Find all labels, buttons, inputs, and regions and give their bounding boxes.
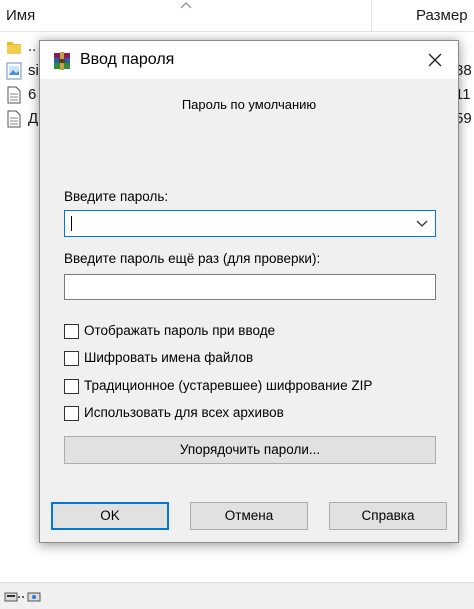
checkbox-box[interactable] xyxy=(64,379,79,394)
dialog-title: Ввод пароля xyxy=(80,51,175,68)
encrypt-filenames-checkbox[interactable]: Шифровать имена файлов xyxy=(64,349,424,369)
document-icon xyxy=(7,110,21,128)
file-name: Д xyxy=(28,110,39,127)
list-header: Имя Размер xyxy=(0,0,474,32)
confirm-password-input[interactable] xyxy=(65,275,435,299)
password-label: Введите пароль: xyxy=(64,189,169,204)
document-icon xyxy=(7,86,21,104)
cancel-button[interactable]: Отмена xyxy=(190,502,308,530)
ok-button[interactable]: OK xyxy=(51,502,169,530)
checkbox-label: Шифровать имена файлов xyxy=(84,350,254,365)
close-button[interactable] xyxy=(412,41,458,79)
use-for-all-archives-checkbox[interactable]: Использовать для всех архивов xyxy=(64,404,424,424)
file-name: si xyxy=(28,62,39,79)
folder-icon xyxy=(7,42,21,54)
file-name: .. xyxy=(28,38,37,55)
checkbox-box[interactable] xyxy=(64,351,79,366)
dialog-titlebar[interactable]: Ввод пароля xyxy=(40,41,458,79)
file-name: 6 xyxy=(28,86,37,103)
drive-icon xyxy=(4,592,41,602)
text-cursor xyxy=(71,216,72,231)
checkbox-label: Отображать пароль при вводе xyxy=(84,323,276,338)
show-password-checkbox[interactable]: Отображать пароль при вводе xyxy=(64,322,424,342)
chevron-down-icon[interactable] xyxy=(415,217,429,231)
status-bar xyxy=(0,582,474,609)
help-button[interactable]: Справка xyxy=(329,502,447,530)
confirm-password-label: Введите пароль ещё раз (для проверки): xyxy=(64,251,321,266)
checkbox-box[interactable] xyxy=(64,406,79,421)
column-header-size[interactable]: Размер xyxy=(416,7,468,24)
confirm-password-field[interactable] xyxy=(64,274,436,300)
section-heading: Пароль по умолчанию xyxy=(181,97,317,112)
password-combobox[interactable] xyxy=(64,210,436,237)
checkbox-box[interactable] xyxy=(64,324,79,339)
zip-legacy-encryption-checkbox[interactable]: Традиционное (устаревшее) шифрование ZIP xyxy=(64,377,424,397)
image-file-icon xyxy=(6,62,22,80)
close-icon xyxy=(428,53,442,67)
password-dialog: Ввод пароля Пароль по умолчанию Введите … xyxy=(39,40,459,543)
checkbox-label: Использовать для всех архивов xyxy=(84,405,284,420)
password-input[interactable] xyxy=(65,211,405,236)
column-header-name[interactable]: Имя xyxy=(6,7,35,24)
winrar-icon xyxy=(54,52,70,70)
column-divider[interactable] xyxy=(371,0,372,32)
sort-ascending-icon xyxy=(180,2,192,9)
organize-passwords-button[interactable]: Упорядочить пароли... xyxy=(64,436,436,464)
checkbox-label: Традиционное (устаревшее) шифрование ZIP xyxy=(84,378,373,393)
